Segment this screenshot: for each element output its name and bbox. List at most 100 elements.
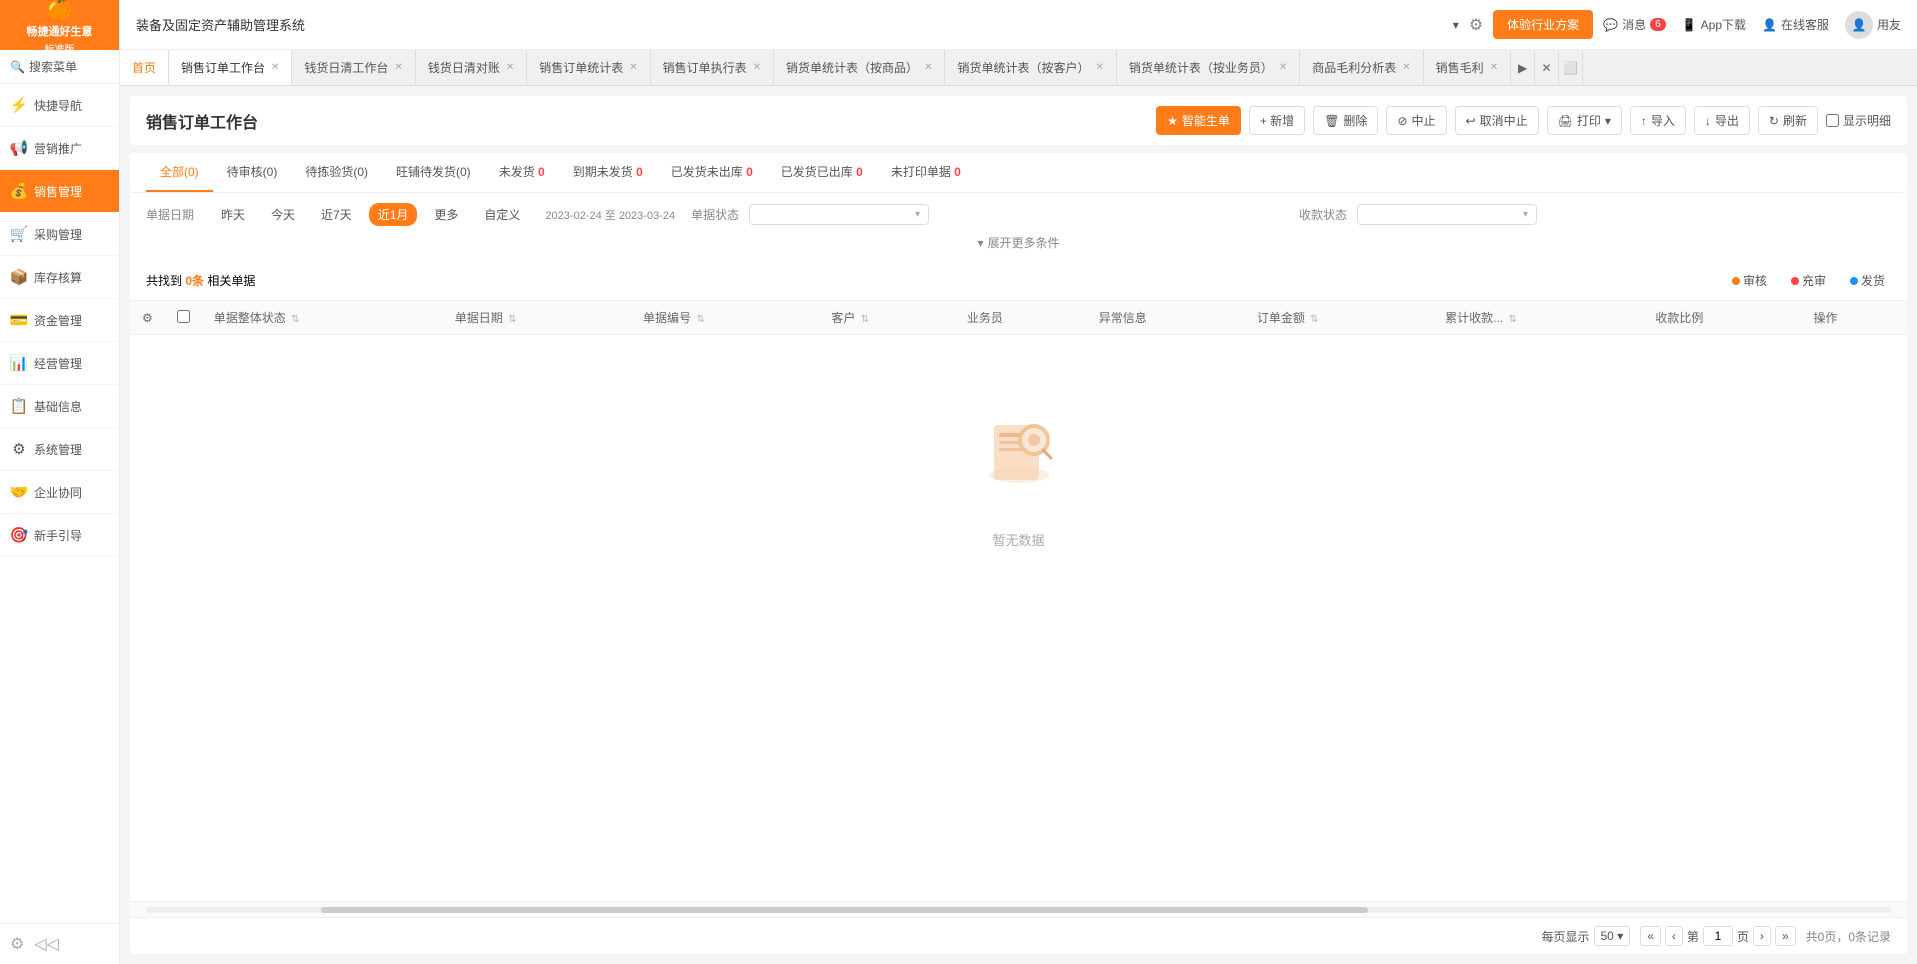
logo-title: 畅捷通好生意: [27, 23, 93, 39]
prev-page-btn[interactable]: ‹: [1665, 926, 1683, 946]
show-detail-input[interactable]: [1826, 114, 1839, 127]
import-button[interactable]: ↑ 导入: [1630, 106, 1686, 135]
page-size-box[interactable]: 50 ▾: [1594, 926, 1631, 946]
tab-more-btn[interactable]: ▶: [1511, 50, 1535, 86]
subtab-wangpu[interactable]: 旺铺待发货(0): [382, 153, 485, 192]
subtab-pending-audit[interactable]: 待审核(0): [213, 153, 292, 192]
tab-close-icon-5[interactable]: ✕: [753, 62, 761, 73]
subtab-not-shipped[interactable]: 未发货 0: [485, 153, 559, 192]
th-order-amount[interactable]: 订单金额 ⇅: [1245, 301, 1433, 335]
sidebar-system-label: 系统管理: [34, 441, 82, 458]
tab-close-icon-9[interactable]: ✕: [1402, 62, 1410, 73]
th-doc-date[interactable]: 单据日期 ⇅: [443, 301, 631, 335]
tab-sales-exec[interactable]: 销售订单执行表 ✕: [651, 50, 774, 86]
import-icon: ↑: [1641, 114, 1647, 128]
online-service-btn[interactable]: 👤 在线客服: [1762, 16, 1829, 33]
tab-maximize-btn[interactable]: ⬜: [1559, 50, 1583, 86]
sidebar-item-purchase[interactable]: 🛒 采购管理: [0, 213, 119, 256]
tab-close-icon-7[interactable]: ✕: [1095, 62, 1103, 73]
sidebar-item-guide[interactable]: 🎯 新手引导: [0, 514, 119, 557]
date-btn-custom[interactable]: 自定义: [475, 203, 529, 226]
tab-close-icon-4[interactable]: ✕: [629, 62, 637, 73]
sidebar-item-system[interactable]: ⚙ 系统管理: [0, 428, 119, 471]
tab-sales-staff[interactable]: 销货单统计表（按业务员） ✕: [1117, 50, 1300, 86]
sidebar-item-enterprise[interactable]: 🤝 企业协同: [0, 471, 119, 514]
subtab-not-printed[interactable]: 未打印单据 0: [877, 153, 975, 192]
th-settings[interactable]: ⚙: [130, 301, 165, 335]
tab-profit-analysis[interactable]: 商品毛利分析表 ✕: [1300, 50, 1423, 86]
sidebar-item-finance[interactable]: 💳 资金管理: [0, 299, 119, 342]
subtab-shipped-not-out[interactable]: 已发货未出库 0: [657, 153, 767, 192]
th-doc-status[interactable]: 单据整体状态 ⇅: [202, 301, 443, 335]
th-accum-payment[interactable]: 累计收款... ⇅: [1433, 301, 1643, 335]
export-button[interactable]: ↓ 导出: [1694, 106, 1750, 135]
subtab-pending-check[interactable]: 待拣验货(0): [291, 153, 382, 192]
settings-bottom-icon[interactable]: ⚙: [10, 934, 24, 954]
date-btn-1month[interactable]: 近1月: [369, 203, 418, 226]
th-doc-num[interactable]: 单据编号 ⇅: [631, 301, 819, 335]
cancel-stop-button[interactable]: ↩ 取消中止: [1455, 106, 1539, 135]
user-menu-btn[interactable]: 👤 用友: [1845, 11, 1901, 39]
app-download-btn[interactable]: 📱 App下载: [1682, 16, 1746, 33]
status-select[interactable]: ▾: [749, 204, 929, 225]
expand-filter-btn[interactable]: ▾ 展开更多条件: [977, 234, 1059, 251]
sidebar-item-operations[interactable]: 📊 经营管理: [0, 342, 119, 385]
messages-btn[interactable]: 💬 消息 6: [1603, 16, 1666, 33]
sidebar-item-inventory[interactable]: 📦 库存核算: [0, 256, 119, 299]
first-page-btn[interactable]: «: [1640, 926, 1661, 946]
sidebar-item-marketing[interactable]: 📢 营销推广: [0, 127, 119, 170]
tab-sales-product[interactable]: 销货单统计表（按商品） ✕: [774, 50, 945, 86]
scroll-bar-thumb[interactable]: [321, 907, 1368, 913]
date-btn-more[interactable]: 更多: [425, 203, 467, 226]
topbar-dropdown[interactable]: ▾: [1453, 18, 1459, 32]
th-checkbox[interactable]: [165, 301, 202, 335]
solution-button[interactable]: 体验行业方案: [1493, 10, 1593, 39]
last-page-btn[interactable]: »: [1775, 926, 1796, 946]
tab-close-icon-6[interactable]: ✕: [924, 62, 932, 73]
date-btn-today[interactable]: 今天: [262, 203, 304, 226]
tab-close-icon[interactable]: ✕: [271, 62, 279, 73]
payment-select-arrow: ▾: [1523, 209, 1528, 220]
sidebar-item-sales[interactable]: 💰 销售管理: [0, 170, 119, 213]
tab-close-icon-8[interactable]: ✕: [1279, 62, 1287, 73]
tab-close-icon-10[interactable]: ✕: [1490, 62, 1498, 73]
smart-create-button[interactable]: ★ 智能生单: [1156, 106, 1241, 135]
print-button[interactable]: 🖨 打印 ▾: [1547, 106, 1622, 135]
select-all-checkbox[interactable]: [177, 310, 190, 323]
tab-sales-workbench[interactable]: 销售订单工作台 ✕: [169, 50, 292, 86]
subtab-shipped-out[interactable]: 已发货已出库 0: [767, 153, 877, 192]
sort-icon-2: ⇅: [696, 314, 704, 325]
th-customer[interactable]: 客户 ⇅: [819, 301, 955, 335]
tab-money-reconcile[interactable]: 钱货日清对账 ✕: [416, 50, 527, 86]
tab-close-all-btn[interactable]: ✕: [1535, 50, 1559, 86]
delete-button[interactable]: 🗑 删除: [1313, 106, 1378, 135]
tab-close-icon-2[interactable]: ✕: [394, 62, 402, 73]
audit-action-btn[interactable]: 审核: [1726, 269, 1773, 292]
add-button[interactable]: + 新增: [1249, 106, 1305, 135]
refresh-button[interactable]: ↻ 刷新: [1758, 106, 1818, 135]
sidebar-item-quicknav[interactable]: ⚡ 快捷导航: [0, 84, 119, 127]
tab-home[interactable]: 首页: [120, 50, 169, 86]
collapse-icon[interactable]: ◁◁: [34, 934, 59, 954]
next-page-btn[interactable]: ›: [1753, 926, 1771, 946]
tab-home-label: 首页: [132, 59, 156, 76]
date-btn-7days[interactable]: 近7天: [312, 203, 361, 226]
scroll-bar-container[interactable]: [130, 901, 1907, 917]
subtab-overdue[interactable]: 到期未发货 0: [559, 153, 657, 192]
tab-close-icon-3[interactable]: ✕: [506, 62, 514, 73]
reject-action-btn[interactable]: 充审: [1785, 269, 1832, 292]
tab-sales-stats[interactable]: 销售订单统计表 ✕: [527, 50, 650, 86]
subtab-overdue-label: 到期未发货 0: [573, 165, 643, 179]
page-number-input[interactable]: 1: [1703, 926, 1733, 946]
tab-sales-customer[interactable]: 销货单统计表（按客户） ✕: [945, 50, 1116, 86]
topbar-settings-icon[interactable]: ⚙: [1469, 15, 1483, 35]
ship-action-btn[interactable]: 发货: [1844, 269, 1891, 292]
tab-sales-profit[interactable]: 销售毛利 ✕: [1424, 50, 1511, 86]
show-detail-checkbox[interactable]: 显示明细: [1826, 112, 1891, 129]
subtab-all[interactable]: 全部(0): [146, 153, 213, 192]
stop-button[interactable]: ⊘ 中止: [1386, 106, 1446, 135]
date-btn-yesterday[interactable]: 昨天: [212, 203, 254, 226]
tab-money-clear[interactable]: 钱货日清工作台 ✕: [292, 50, 415, 86]
sidebar-item-basic-info[interactable]: 📋 基础信息: [0, 385, 119, 428]
payment-select[interactable]: ▾: [1357, 204, 1537, 225]
